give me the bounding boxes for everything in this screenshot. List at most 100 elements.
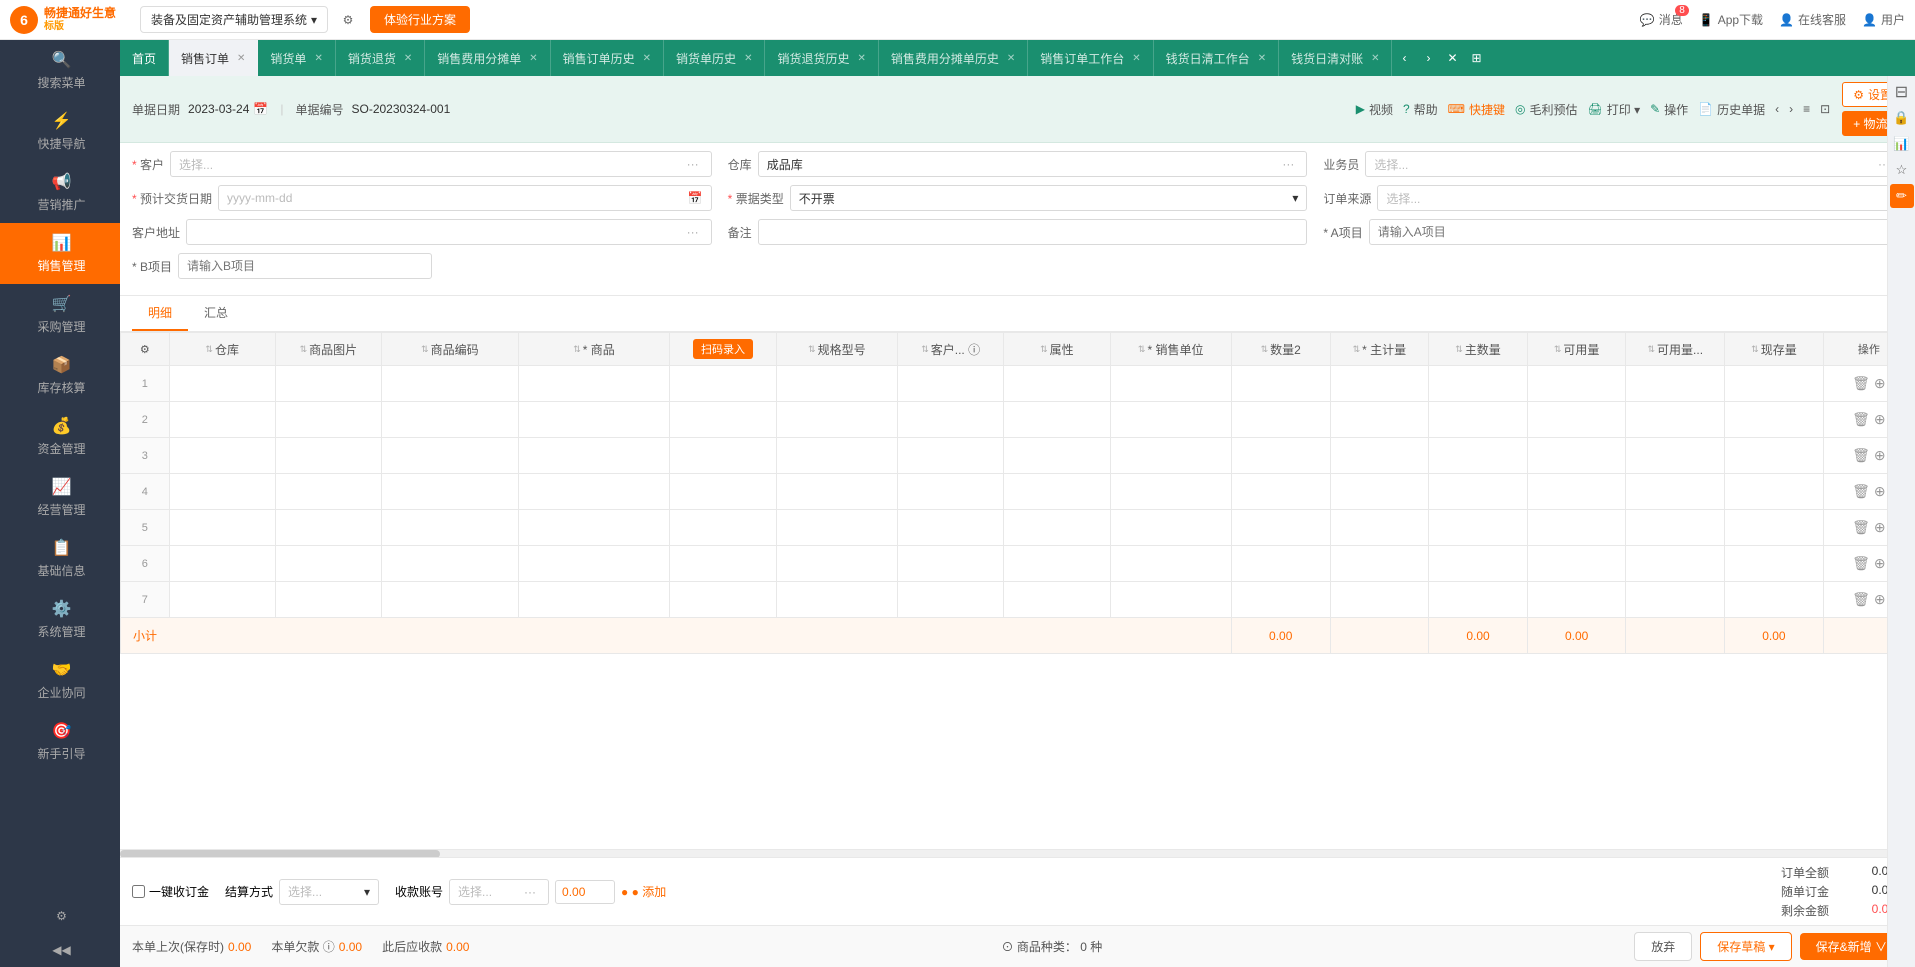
row-stock-2[interactable] <box>1725 402 1824 438</box>
sidebar-item-search[interactable]: 🔍 搜索菜单 <box>0 40 120 101</box>
row-code-1[interactable] <box>382 366 519 402</box>
row-available-2[interactable] <box>1527 402 1626 438</box>
row-main-unit-4[interactable] <box>1330 474 1429 510</box>
staff-select[interactable]: 选择... ··· <box>1365 151 1903 177</box>
payment-method-select[interactable]: 选择... ▾ <box>279 879 379 905</box>
tab-expense-history[interactable]: 销售费用分摊单历史 ✕ <box>879 40 1028 76</box>
copy-row-btn-3[interactable]: ⊕ <box>1874 447 1886 464</box>
row-customer-code-3[interactable] <box>898 438 1004 474</box>
row-spec-3[interactable] <box>776 438 897 474</box>
tab-return-history[interactable]: 销货退货历史 ✕ <box>765 40 878 76</box>
nav-prev-btn[interactable]: ‹ <box>1775 102 1779 116</box>
delete-row-btn-1[interactable]: 🗑 <box>1852 375 1870 392</box>
add-deposit-btn[interactable]: ● ● 添加 <box>621 883 666 900</box>
row-warehouse-6[interactable] <box>169 546 275 582</box>
row-qty2-4[interactable] <box>1231 474 1330 510</box>
tab-close-icon9[interactable]: ✕ <box>1132 53 1140 64</box>
right-icon-5[interactable]: ✏ <box>1890 184 1914 208</box>
delivery-input[interactable]: yyyy-mm-dd 📅 <box>218 185 712 211</box>
account-select[interactable]: 选择... ··· <box>449 879 549 905</box>
sidebar-item-inventory[interactable]: 📦 库存核算 <box>0 345 120 406</box>
help-btn[interactable]: ? 帮助 <box>1403 101 1438 118</box>
tab-summary[interactable]: 汇总 <box>188 296 244 331</box>
row-warehouse-4[interactable] <box>169 474 275 510</box>
sort-icon3[interactable]: ⇅ <box>421 344 429 355</box>
row-main-unit-6[interactable] <box>1330 546 1429 582</box>
sort-icon[interactable]: ⇅ <box>205 344 213 355</box>
row-qty2-7[interactable] <box>1231 582 1330 618</box>
a-project-input[interactable] <box>1369 219 1903 245</box>
tab-expand[interactable]: ⊞ <box>1464 40 1488 76</box>
row-customer-code-4[interactable] <box>898 474 1004 510</box>
row-available2-3[interactable] <box>1626 438 1725 474</box>
address-more-icon[interactable]: ··· <box>683 225 703 239</box>
row-customer-code-5[interactable] <box>898 510 1004 546</box>
row-unit-1[interactable] <box>1110 366 1231 402</box>
copy-row-btn-7[interactable]: ⊕ <box>1874 591 1886 608</box>
row-customer-code-7[interactable] <box>898 582 1004 618</box>
row-warehouse-3[interactable] <box>169 438 275 474</box>
solution-button[interactable]: 体验行业方案 <box>370 6 470 33</box>
row-product-2[interactable] <box>518 402 670 438</box>
row-warehouse-2[interactable] <box>169 402 275 438</box>
tab-home[interactable]: 首页 <box>120 40 169 76</box>
row-product-3[interactable] <box>518 438 670 474</box>
scroll-area[interactable] <box>120 849 1915 857</box>
row-stock-4[interactable] <box>1725 474 1824 510</box>
sidebar-item-purchase[interactable]: 🛒 采购管理 <box>0 284 120 345</box>
row-available-6[interactable] <box>1527 546 1626 582</box>
delete-row-btn-5[interactable]: 🗑 <box>1852 519 1870 536</box>
row-qty2-6[interactable] <box>1231 546 1330 582</box>
row-code-6[interactable] <box>382 546 519 582</box>
row-main-qty-7[interactable] <box>1429 582 1528 618</box>
calendar-icon[interactable]: 📅 <box>253 102 268 116</box>
row-product-7[interactable] <box>518 582 670 618</box>
row-code-7[interactable] <box>382 582 519 618</box>
deposit-amount-input[interactable] <box>555 880 615 904</box>
sort-icon5[interactable]: ⇅ <box>808 344 816 355</box>
row-main-qty-1[interactable] <box>1429 366 1528 402</box>
row-available2-7[interactable] <box>1626 582 1725 618</box>
row-available2-2[interactable] <box>1626 402 1725 438</box>
operation-btn[interactable]: ✎ 操作 <box>1650 101 1688 118</box>
right-icon-4[interactable]: ☆ <box>1890 158 1914 182</box>
tab-sales-order-history[interactable]: 销售订单历史 ✕ <box>551 40 664 76</box>
scan-btn[interactable]: 扫码录入 <box>693 339 753 359</box>
row-stock-3[interactable] <box>1725 438 1824 474</box>
row-available-7[interactable] <box>1527 582 1626 618</box>
print-btn[interactable]: 🖨 打印 ▾ <box>1588 101 1641 118</box>
tab-daily-clear[interactable]: 钱货日清工作台 ✕ <box>1154 40 1279 76</box>
tab-detail[interactable]: 明细 <box>132 296 188 331</box>
copy-row-btn-5[interactable]: ⊕ <box>1874 519 1886 536</box>
row-main-qty-2[interactable] <box>1429 402 1528 438</box>
right-icon-2[interactable]: 🔒 <box>1890 106 1914 130</box>
sort-icon11[interactable]: ⇅ <box>1455 344 1463 355</box>
row-main-unit-1[interactable] <box>1330 366 1429 402</box>
warehouse-select[interactable]: 成品库 ··· <box>758 151 1308 177</box>
profit-btn[interactable]: ◎ 毛利预估 <box>1515 101 1578 118</box>
sidebar-item-nav[interactable]: ⚡ 快捷导航 <box>0 101 120 162</box>
tab-close-icon3[interactable]: ✕ <box>404 53 412 64</box>
row-main-qty-3[interactable] <box>1429 438 1528 474</box>
row-code-4[interactable] <box>382 474 519 510</box>
row-spec-2[interactable] <box>776 402 897 438</box>
customer-more-icon[interactable]: ··· <box>683 157 703 171</box>
user-button[interactable]: 👤 用户 <box>1862 11 1905 28</box>
sort-icon9[interactable]: ⇅ <box>1261 344 1269 355</box>
nav-next-btn[interactable]: › <box>1789 102 1793 116</box>
row-available2-5[interactable] <box>1626 510 1725 546</box>
tab-sales-list-history[interactable]: 销货单历史 ✕ <box>664 40 765 76</box>
row-spec-4[interactable] <box>776 474 897 510</box>
row-stock-1[interactable] <box>1725 366 1824 402</box>
tab-daily-reconcile[interactable]: 钱货日清对账 ✕ <box>1279 40 1392 76</box>
tab-close-icon4[interactable]: ✕ <box>529 53 537 64</box>
fullscreen-btn[interactable]: ⊡ <box>1820 102 1830 116</box>
save-draft-button[interactable]: 保存草稿 ▾ <box>1700 932 1791 961</box>
right-icon-3[interactable]: 📊 <box>1890 132 1914 156</box>
right-icon-1[interactable]: ⊟ <box>1890 80 1914 104</box>
row-attr-2[interactable] <box>1004 402 1110 438</box>
delete-row-btn-6[interactable]: 🗑 <box>1852 555 1870 572</box>
row-qty2-3[interactable] <box>1231 438 1330 474</box>
row-stock-5[interactable] <box>1725 510 1824 546</box>
tab-close-icon5[interactable]: ✕ <box>643 53 651 64</box>
